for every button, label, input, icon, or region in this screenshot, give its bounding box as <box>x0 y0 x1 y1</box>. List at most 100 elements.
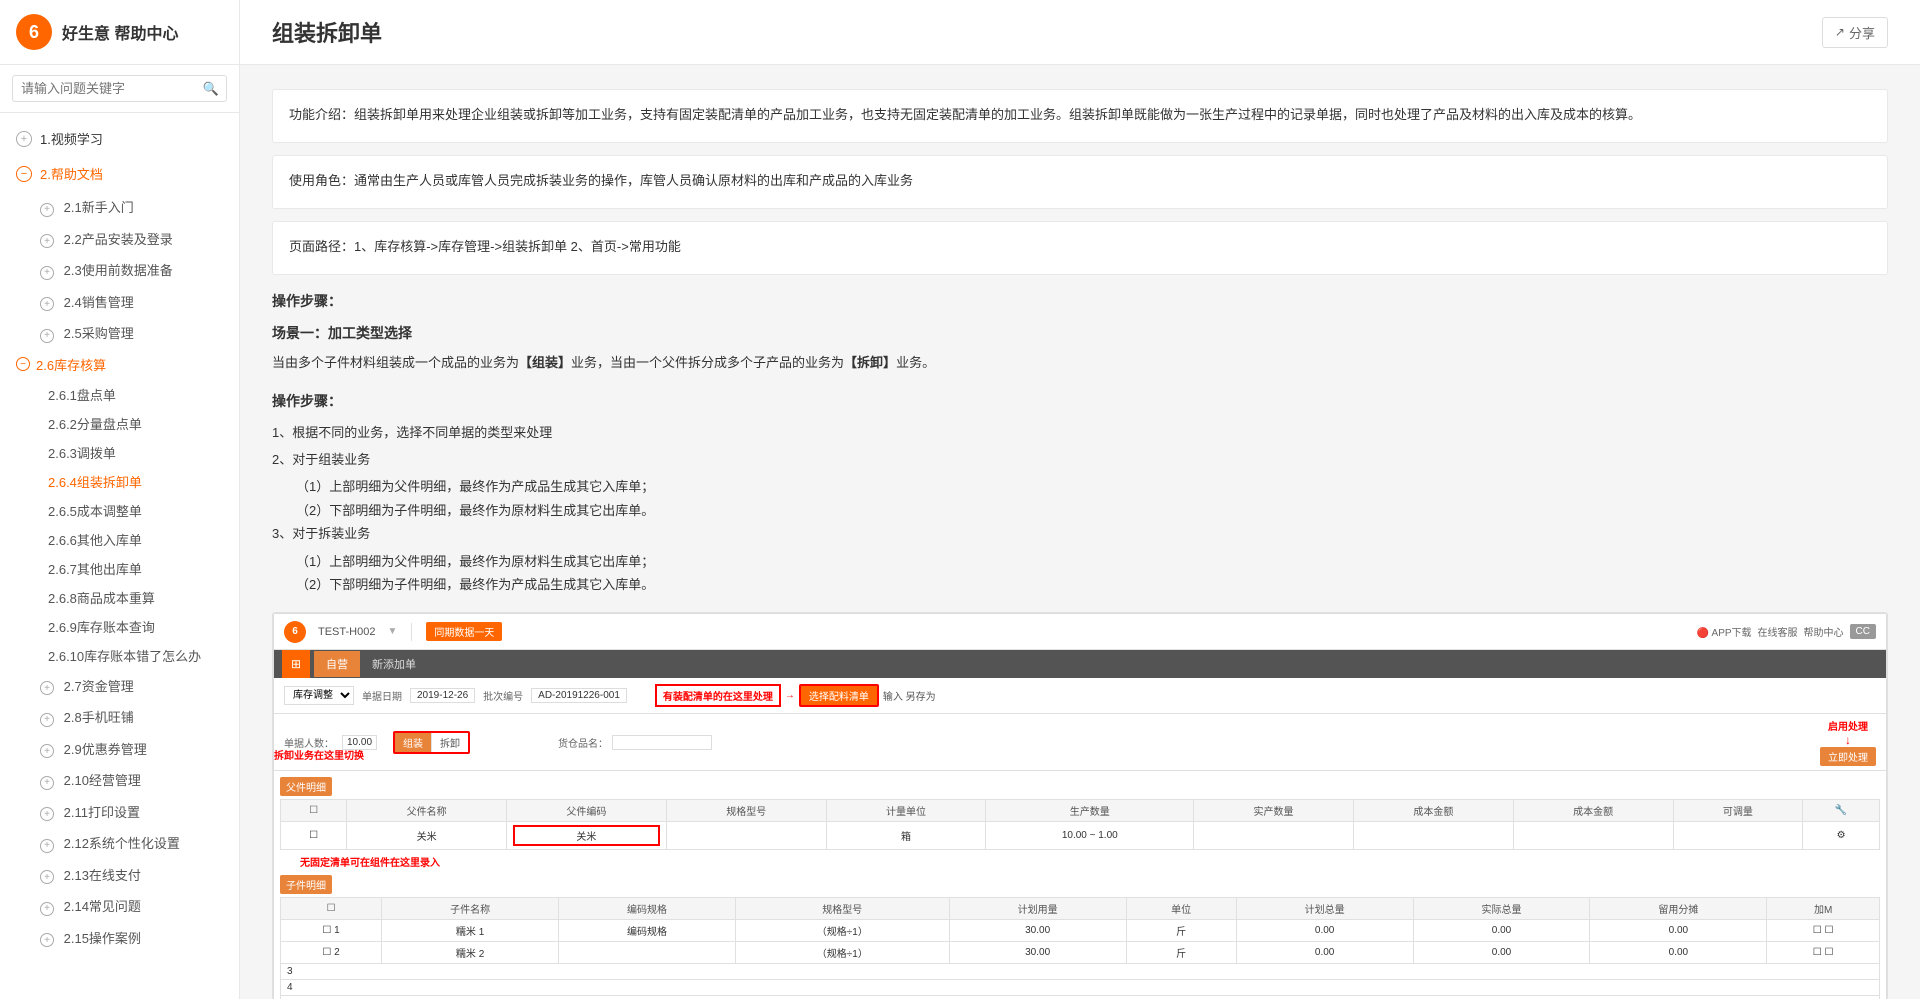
sidebar-item-docs[interactable]: − 2.帮助文档 <box>0 156 239 191</box>
mock-activate-btn[interactable]: 立即处理 <box>1820 747 1876 766</box>
step-2: 2、对于组装业务 <box>272 448 1888 471</box>
mock-td-avail <box>1673 822 1803 850</box>
mock-annotation3-text: 组装业务、拆卸业务在这里切换 <box>273 747 364 762</box>
mock-lower-table: ☐ 子件名称 编码规格 规格型号 计划用量 单位 计划总量 实际总量 留用分摊 … <box>280 897 1880 999</box>
sidebar-item-print[interactable]: + 2.11打印设置 <box>0 796 239 828</box>
mock-annotation1-area: 有装配清单的在这里处理 → 选择配料清单 输入 另存为 <box>655 684 936 707</box>
mock-date-field[interactable]: 2019-12-26 <box>410 688 475 703</box>
sidebar-item-mobile[interactable]: + 2.8手机旺铺 <box>0 701 239 733</box>
sidebar-item-inventory-ledger[interactable]: 2.6.9库存账本查询 <box>0 612 239 641</box>
sidebar-item-install[interactable]: + 2.2产品安装及登录 <box>0 223 239 255</box>
sidebar-item-settings[interactable]: + 2.12系统个性化设置 <box>0 827 239 859</box>
mock-nav-service: 在线客服 <box>1758 624 1798 639</box>
mock-th-actual-qty: 实产数量 <box>1194 800 1354 822</box>
steps-list: 1、根据不同的业务，选择不同单据的类型来处理 2、对于组装业务 （1）上部明细为… <box>272 421 1888 597</box>
mock-sub-row1: ☐ 1 糯米 1 编码规格 （规格÷1） 30.00 斤 0.00 0.00 0… <box>281 920 1880 942</box>
sidebar-item-finance[interactable]: + 2.7资金管理 <box>0 670 239 702</box>
mock-home-icon[interactable]: ⊞ <box>282 650 310 678</box>
mock-logo: 6 <box>284 621 306 643</box>
mock-nav-bar: ⊞ 自营 新添加单 <box>274 650 1886 678</box>
mock-sync-btn[interactable]: 同期数据一天 <box>426 622 502 641</box>
mock-sub-plan-qty: 计划用量 <box>949 898 1126 920</box>
share-label: 分享 <box>1849 23 1875 42</box>
sidebar-item-dataprep[interactable]: + 2.3使用前数据准备 <box>0 254 239 286</box>
mock-th-unit: 计量单位 <box>826 800 986 822</box>
logo-icon: 6 <box>16 14 52 50</box>
sidebar-item-cases[interactable]: + 2.15操作案例 <box>0 922 239 954</box>
mock-sub-share: 留用分摊 <box>1590 898 1767 920</box>
mock-td-spec <box>666 822 826 850</box>
mock-sub-r1-check: ☐ 1 <box>281 920 382 942</box>
mock-code-highlight: 关米 <box>513 825 660 846</box>
mock-td-check: ☐ <box>281 822 347 850</box>
mock-arrow1: → <box>785 690 795 701</box>
mock-upper-table: ☐ 父件名称 父件编码 规格型号 计量单位 生产数量 实产数量 成本金额 成本金… <box>280 799 1880 850</box>
mock-warehouse-input[interactable] <box>612 735 712 750</box>
mock-sub-r1-share: 0.00 <box>1590 920 1767 942</box>
mock-table-area: 父件明细 ☐ 父件名称 父件编码 规格型号 计量单位 生产数量 实产数量 <box>274 771 1886 999</box>
intro-text-1: 功能介绍：组装拆卸单用来处理企业组装或拆卸等加工业务，支持有固定装配清单的产品加… <box>289 104 1871 126</box>
sidebar-item-inventory-other-in[interactable]: 2.6.6其他入库单 <box>0 525 239 554</box>
mock-sub-r3-empty: 3 <box>281 964 1880 980</box>
mock-th-cost2: 成本金额 <box>1513 800 1673 822</box>
mock-arrow4: ↓ <box>1845 733 1851 747</box>
sidebar-item-videos[interactable]: + 1.视频学习 <box>0 121 239 156</box>
screenshot-container: 6 TEST-H002 ▼ 同期数据一天 🔴 APP下载 在线客服 帮助中心 C… <box>272 612 1888 999</box>
mock-sub-check: ☐ <box>281 898 382 920</box>
sidebar-item-inventory-stocktake[interactable]: 2.6.1盘点单 <box>0 380 239 409</box>
sidebar-item-inventory-cost-recalc[interactable]: 2.6.8商品成本重算 <box>0 583 239 612</box>
mock-td-unit: 箱 <box>826 822 986 850</box>
sidebar-item-inventory-cost-adj[interactable]: 2.6.5成本调整单 <box>0 496 239 525</box>
mock-select-bom-btn[interactable]: 选择配料清单 <box>799 684 879 707</box>
mock-td-code: 关米 <box>507 822 667 850</box>
sidebar-item-inventory[interactable]: − 2.6库存核算 <box>0 349 239 380</box>
sidebar-item-newcomer[interactable]: + 2.1新手入门 <box>0 191 239 223</box>
mock-nav-help: 帮助中心 <box>1804 624 1844 639</box>
mock-sub-code: 编码规格 <box>559 898 736 920</box>
sidebar-item-inventory-assembly[interactable]: 2.6.4组装拆卸单 <box>0 467 239 496</box>
operations-title: 操作步骤： <box>272 291 1888 311</box>
sidebar-inventory-children: 2.6.1盘点单 2.6.2分量盘点单 2.6.3调拨单 2.6.4组装拆卸单 … <box>0 380 239 670</box>
search-area[interactable]: 🔍 <box>0 65 239 113</box>
mock-sub-r2-unit: 斤 <box>1126 942 1236 964</box>
mock-sub-r2-spec: （规格÷1） <box>735 942 949 964</box>
mock-warehouse-label: 货仓品名： <box>558 735 608 750</box>
sidebar-item-inventory-ledger-fix[interactable]: 2.6.10库存账本错了怎么办 <box>0 641 239 670</box>
sidebar-item-faq[interactable]: + 2.14常见问题 <box>0 890 239 922</box>
sidebar-item-sales[interactable]: + 2.4销售管理 <box>0 286 239 318</box>
mock-type-disassembly[interactable]: 拆卸 <box>431 733 468 752</box>
mock-sub-row3: 3 <box>281 964 1880 980</box>
mock-th-plan-qty: 生产数量 <box>986 800 1194 822</box>
mock-tab-self[interactable]: 自营 <box>314 651 360 677</box>
mock-annotation4-area: 启用处理 ↓ 立即处理 <box>1820 718 1876 766</box>
content-body: 功能介绍：组装拆卸单用来处理企业组装或拆卸等加工业务，支持有固定装配清单的产品加… <box>240 65 1920 999</box>
sidebar-item-coupon[interactable]: + 2.9优惠券管理 <box>0 733 239 765</box>
mock-lower-section-label: 子件明细 <box>280 875 332 894</box>
sidebar-item-label: 1.视频学习 <box>40 129 103 148</box>
mock-sub-r2-plan: 30.00 <box>949 942 1126 964</box>
sidebar-item-inventory-transfer[interactable]: 2.6.3调拨单 <box>0 438 239 467</box>
mock-th-code: 父件编码 <box>507 800 667 822</box>
sidebar-item-payment[interactable]: + 2.13在线支付 <box>0 859 239 891</box>
intro-text-3: 页面路径：1、库存核算->库存管理->组装拆卸单 2、首页->常用功能 <box>289 236 1871 258</box>
sidebar-item-operations[interactable]: + 2.10经营管理 <box>0 764 239 796</box>
mock-doc-type-select[interactable]: 库存调整 <box>284 686 354 705</box>
mock-batch-field[interactable]: AD-20191226-001 <box>531 688 627 703</box>
mock-dropdown-icon: ▼ <box>387 626 397 637</box>
mock-sub-r2-code <box>559 942 736 964</box>
sidebar-item-inventory-other-out[interactable]: 2.6.7其他出库单 <box>0 554 239 583</box>
search-input[interactable] <box>12 75 227 102</box>
intro-block-1: 功能介绍：组装拆卸单用来处理企业组装或拆卸等加工业务，支持有固定装配清单的产品加… <box>272 89 1888 143</box>
mock-sub-r2-total-p: 0.00 <box>1236 942 1413 964</box>
mock-sub-r1-total-p: 0.00 <box>1236 920 1413 942</box>
mock-td-c2 <box>1513 822 1673 850</box>
mock-sub-total-plan: 计划总量 <box>1236 898 1413 920</box>
mock-tab-new[interactable]: 新添加单 <box>360 651 428 677</box>
sidebar-item-purchase[interactable]: + 2.5采购管理 <box>0 317 239 349</box>
mock-td-plan: 10.00 ~ 1.00 <box>986 822 1194 850</box>
sidebar-item-inventory-split-stocktake[interactable]: 2.6.2分量盘点单 <box>0 409 239 438</box>
mock-warehouse-area: 货仓品名： <box>558 735 712 750</box>
mock-type-assembly[interactable]: 组装 <box>395 733 431 752</box>
share-button[interactable]: ↗ 分享 <box>1822 17 1888 48</box>
mock-sub-r2-share: 0.00 <box>1590 942 1767 964</box>
